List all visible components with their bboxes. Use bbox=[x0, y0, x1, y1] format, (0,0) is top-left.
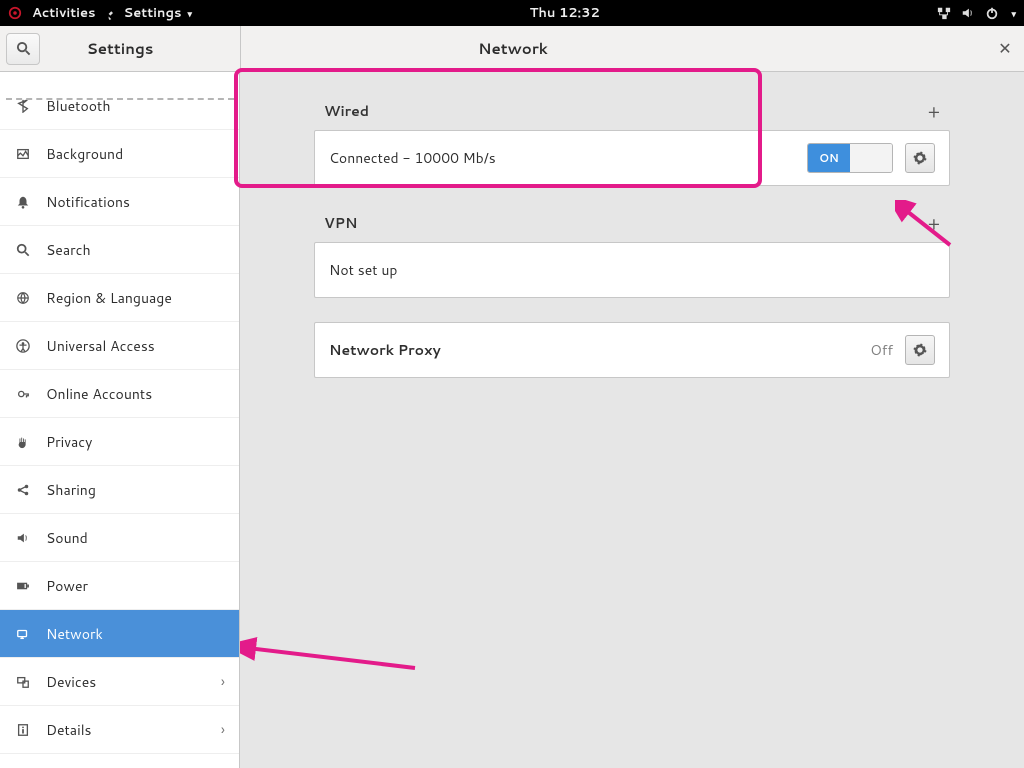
battery-icon bbox=[14, 579, 32, 593]
sidebar-item-region-language[interactable]: Region & Language bbox=[0, 274, 239, 322]
app-menu[interactable]: Settings ▾ bbox=[106, 4, 192, 22]
network-icon bbox=[14, 627, 32, 641]
proxy-state: Off bbox=[870, 340, 893, 360]
info-icon bbox=[14, 723, 32, 737]
settings-sidebar: Bluetooth Background Notifications Searc… bbox=[0, 72, 240, 768]
search-icon bbox=[16, 41, 31, 56]
globe-icon bbox=[14, 291, 32, 305]
switch-off-half bbox=[850, 144, 892, 172]
sidebar-item-label: Universal Access bbox=[46, 336, 225, 356]
speaker-icon bbox=[14, 531, 32, 545]
sidebar-item-label: Notifications bbox=[46, 192, 225, 212]
gear-icon bbox=[913, 151, 927, 165]
proxy-title: Network Proxy bbox=[329, 340, 858, 360]
tools-icon bbox=[106, 6, 120, 20]
wired-connection-row: Connected - 10000 Mb/s ON bbox=[315, 131, 949, 185]
sidebar-item-label: Network bbox=[46, 624, 225, 644]
accessibility-icon bbox=[14, 339, 32, 353]
settings-window: Settings Network ✕ Bluetooth Background … bbox=[0, 26, 1024, 768]
add-vpn-button[interactable]: + bbox=[928, 210, 940, 236]
vpn-panel: Not set up bbox=[314, 242, 950, 298]
close-button[interactable]: ✕ bbox=[986, 26, 1024, 72]
titlebar-divider bbox=[240, 26, 241, 71]
sidebar-item-label: Online Accounts bbox=[46, 384, 225, 404]
sidebar-item-background[interactable]: Background bbox=[0, 130, 239, 178]
chevron-right-icon: › bbox=[221, 719, 225, 740]
wired-settings-button[interactable] bbox=[905, 143, 935, 173]
sidebar-item-label: Details bbox=[46, 720, 207, 740]
vpn-title: VPN bbox=[324, 213, 357, 233]
sidebar-item-power[interactable]: Power bbox=[0, 562, 239, 610]
sidebar-item-label: Search bbox=[46, 240, 225, 260]
wired-section-header: Wired + bbox=[314, 98, 950, 130]
wired-status: Connected - 10000 Mb/s bbox=[329, 148, 795, 168]
app-menu-label: Settings bbox=[124, 4, 182, 22]
sidebar-item-search[interactable]: Search bbox=[0, 226, 239, 274]
add-wired-button[interactable]: + bbox=[928, 98, 940, 124]
wired-switch[interactable]: ON bbox=[807, 143, 893, 173]
vpn-section-header: VPN + bbox=[314, 210, 950, 242]
network-settings-content: Wired + Connected - 10000 Mb/s ON bbox=[240, 72, 1024, 768]
bell-icon bbox=[14, 195, 32, 209]
hand-icon bbox=[14, 435, 32, 449]
vpn-row: Not set up bbox=[315, 243, 949, 297]
search-icon bbox=[14, 243, 32, 257]
sidebar-item-online-accounts[interactable]: Online Accounts bbox=[0, 370, 239, 418]
wired-panel: Connected - 10000 Mb/s ON bbox=[314, 130, 950, 186]
sidebar-item-bluetooth[interactable]: Bluetooth bbox=[0, 82, 239, 130]
sidebar-item-details[interactable]: Details › bbox=[0, 706, 239, 754]
gnome-topbar: Activities Settings ▾ Thu 12:32 ▾ bbox=[0, 0, 1024, 26]
power-indicator-icon[interactable] bbox=[985, 6, 999, 20]
sidebar-item-label: Devices bbox=[46, 672, 207, 692]
sidebar-item-label: Background bbox=[46, 144, 225, 164]
sidebar-item-network[interactable]: Network bbox=[0, 610, 239, 658]
bluetooth-icon bbox=[14, 99, 32, 113]
background-icon bbox=[14, 147, 32, 161]
activities-button[interactable]: Activities bbox=[32, 4, 96, 22]
close-icon: ✕ bbox=[998, 37, 1011, 60]
sidebar-item-label: Region & Language bbox=[46, 288, 225, 308]
share-icon bbox=[14, 483, 32, 497]
sidebar-item-notifications[interactable]: Notifications bbox=[0, 178, 239, 226]
sidebar-item-sharing[interactable]: Sharing bbox=[0, 466, 239, 514]
proxy-panel: Network Proxy Off bbox=[314, 322, 950, 378]
devices-icon bbox=[14, 675, 32, 689]
search-button[interactable] bbox=[6, 33, 40, 65]
gear-icon bbox=[913, 343, 927, 357]
vpn-status: Not set up bbox=[329, 260, 935, 280]
chevron-right-icon: › bbox=[221, 671, 225, 692]
switch-on-label: ON bbox=[808, 144, 850, 172]
sidebar-item-devices[interactable]: Devices › bbox=[0, 658, 239, 706]
sidebar-item-privacy[interactable]: Privacy bbox=[0, 418, 239, 466]
distro-icon bbox=[8, 6, 22, 20]
sidebar-item-label: Power bbox=[46, 576, 225, 596]
sidebar-item-sound[interactable]: Sound bbox=[0, 514, 239, 562]
page-title: Network bbox=[40, 38, 986, 59]
cloud-key-icon bbox=[14, 387, 32, 401]
sidebar-item-universal-access[interactable]: Universal Access bbox=[0, 322, 239, 370]
proxy-settings-button[interactable] bbox=[905, 335, 935, 365]
sidebar-item-label: Sound bbox=[46, 528, 225, 548]
system-menu-chevron-icon[interactable]: ▾ bbox=[1011, 7, 1016, 20]
sidebar-top-divider bbox=[6, 98, 234, 100]
network-indicator-icon[interactable] bbox=[937, 6, 951, 20]
wired-title: Wired bbox=[324, 101, 369, 121]
sidebar-item-label: Privacy bbox=[46, 432, 225, 452]
clock[interactable]: Thu 12:32 bbox=[530, 4, 600, 22]
volume-indicator-icon[interactable] bbox=[961, 6, 975, 20]
titlebar: Settings Network ✕ bbox=[0, 26, 1024, 72]
sidebar-item-label: Sharing bbox=[46, 480, 225, 500]
proxy-row[interactable]: Network Proxy Off bbox=[315, 323, 949, 377]
